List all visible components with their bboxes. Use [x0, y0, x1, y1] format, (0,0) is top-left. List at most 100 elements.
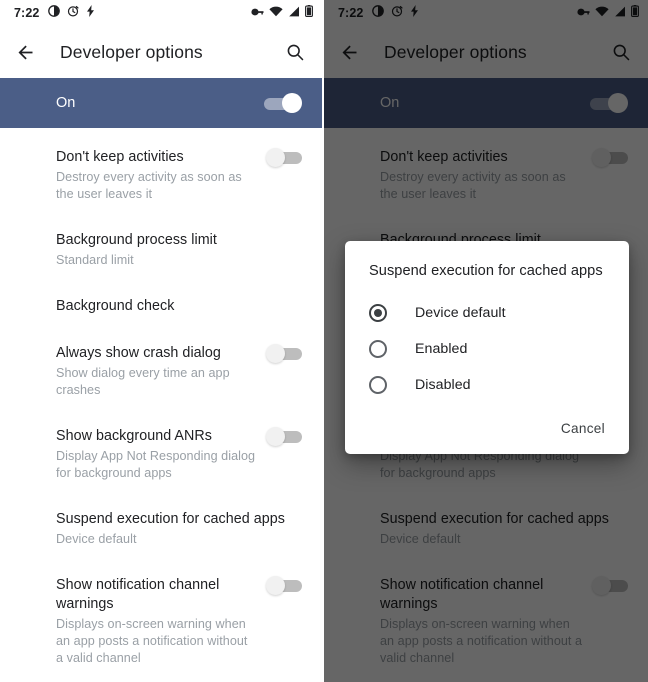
row-toggle-switch[interactable] — [592, 576, 628, 595]
alarm-icon — [391, 4, 403, 22]
suspend-execution-dialog: Suspend execution for cached apps Device… — [345, 241, 629, 454]
page-title: Developer options — [60, 41, 203, 62]
settings-row-text: Don't keep activities Destroy every activ… — [56, 148, 266, 203]
radio-button-icon[interactable] — [369, 304, 387, 322]
master-toggle-label: On — [56, 95, 76, 111]
settings-row-title: Show notification channel warnings — [56, 577, 220, 612]
phone-panel-left: 7:22 Developer options On Don't keep act… — [0, 0, 322, 682]
settings-row-text: Background process limit Standard limit — [56, 231, 302, 269]
settings-row-title: Don't keep activities — [56, 149, 184, 165]
back-arrow-icon[interactable] — [12, 39, 38, 65]
developer-options-master-toggle-row[interactable]: On — [324, 78, 648, 128]
settings-row-subtitle: Standard limit — [56, 253, 134, 267]
developer-options-master-toggle-row[interactable]: On — [0, 78, 322, 128]
dialog-option-label: Enabled — [415, 341, 468, 357]
cancel-button[interactable]: Cancel — [559, 417, 607, 440]
settings-row-title: Show notification channel warnings — [380, 577, 544, 612]
settings-row-subtitle: Device default — [56, 532, 137, 546]
dialog-radio-group: Device default Enabled Disabled — [345, 295, 629, 403]
settings-row-title: Don't keep activities — [380, 149, 508, 165]
dnd-icon — [372, 4, 385, 22]
settings-row-subtitle: Device default — [380, 532, 461, 546]
dual-phone-screenshot: 7:22 Developer options On Don't keep act… — [0, 0, 648, 682]
status-bar: 7:22 — [0, 0, 322, 26]
settings-list-left: Don't keep activities Destroy every activ… — [0, 128, 322, 682]
master-toggle-switch[interactable] — [588, 93, 628, 113]
settings-row-title: Always show crash dialog — [56, 345, 221, 361]
settings-row[interactable]: Show notification channel warnings Displa… — [0, 562, 322, 681]
radio-button-icon[interactable] — [369, 376, 387, 394]
dialog-option-label: Disabled — [415, 377, 471, 393]
battery-icon — [631, 4, 639, 22]
signal-icon — [614, 4, 626, 22]
app-bar: Developer options — [0, 26, 322, 78]
settings-row-subtitle: Display App Not Responding dialog for ba… — [56, 449, 256, 480]
settings-row-title: Suspend execution for cached apps — [56, 511, 285, 527]
settings-row-subtitle: Destroy every activity as soon as the us… — [56, 170, 242, 201]
settings-row[interactable]: Suspend execution for cached apps Device … — [324, 496, 648, 562]
signal-icon — [288, 4, 300, 22]
settings-row[interactable]: Background process limit Standard limit — [0, 217, 322, 283]
row-toggle-switch[interactable] — [266, 344, 302, 363]
search-icon[interactable] — [608, 39, 634, 65]
settings-row-text: Background check — [56, 297, 302, 316]
status-bar-right-icons — [577, 4, 639, 22]
dnd-icon — [48, 4, 61, 22]
status-bar-left-icons — [48, 4, 95, 22]
settings-row-title: Show background ANRs — [56, 428, 212, 444]
switch-thumb — [266, 344, 285, 363]
settings-row[interactable]: Suspend execution for cached apps Device … — [0, 496, 322, 562]
settings-row[interactable]: Don't keep activities Destroy every activ… — [0, 134, 322, 217]
status-bar: 7:22 — [324, 0, 648, 26]
switch-thumb — [592, 148, 611, 167]
page-title: Developer options — [384, 41, 527, 62]
switch-thumb — [266, 427, 285, 446]
settings-row-title: Background process limit — [56, 232, 217, 248]
row-toggle-switch[interactable] — [266, 576, 302, 595]
settings-row[interactable]: Show notification channel warnings Displa… — [324, 562, 648, 681]
settings-row-text: Show notification channel warnings Displa… — [380, 576, 592, 667]
settings-row-text: Show background ANRs Display App Not Resp… — [56, 427, 266, 482]
dialog-option-label: Device default — [415, 305, 506, 321]
charging-bolt-icon — [410, 4, 419, 22]
settings-row[interactable]: Background check — [0, 283, 322, 330]
switch-thumb — [608, 93, 628, 113]
master-toggle-label: On — [380, 95, 400, 111]
settings-row-text: Suspend execution for cached apps Device … — [56, 510, 302, 548]
settings-row-subtitle: Destroy every activity as soon as the us… — [380, 170, 566, 201]
settings-row[interactable]: Always show crash dialog Show dialog ever… — [0, 330, 322, 413]
alarm-icon — [67, 4, 79, 22]
settings-row-title: Background check — [56, 298, 175, 314]
vpn-key-icon — [577, 4, 590, 22]
settings-row-title: Suspend execution for cached apps — [380, 511, 609, 527]
master-toggle-switch[interactable] — [262, 93, 302, 113]
wifi-icon — [269, 4, 283, 22]
dialog-option-row[interactable]: Device default — [345, 295, 629, 331]
status-bar-clock: 7:22 — [338, 6, 364, 20]
settings-row-text: Don't keep activities Destroy every activ… — [380, 148, 592, 203]
status-bar-left-icons — [372, 4, 419, 22]
charging-bolt-icon — [86, 4, 95, 22]
status-bar-clock: 7:22 — [14, 6, 40, 20]
app-bar: Developer options — [324, 26, 648, 78]
dialog-option-row[interactable]: Enabled — [345, 331, 629, 367]
settings-row-text: Suspend execution for cached apps Device … — [380, 510, 628, 548]
row-toggle-switch[interactable] — [266, 148, 302, 167]
back-arrow-icon[interactable] — [336, 39, 362, 65]
settings-row-subtitle: Displays on-screen warning when an app p… — [56, 617, 248, 665]
settings-row[interactable]: Show background ANRs Display App Not Resp… — [0, 413, 322, 496]
row-toggle-switch[interactable] — [266, 427, 302, 446]
settings-row-text: Always show crash dialog Show dialog ever… — [56, 344, 266, 399]
status-bar-right-icons — [251, 4, 313, 22]
switch-thumb — [282, 93, 302, 113]
search-icon[interactable] — [282, 39, 308, 65]
settings-row[interactable]: Don't keep activities Destroy every activ… — [324, 134, 648, 217]
dialog-actions: Cancel — [345, 403, 629, 446]
row-toggle-switch[interactable] — [592, 148, 628, 167]
radio-button-icon[interactable] — [369, 340, 387, 358]
dialog-option-row[interactable]: Disabled — [345, 367, 629, 403]
phone-panel-right: 7:22 Developer options On Don't keep act… — [324, 0, 648, 682]
vpn-key-icon — [251, 4, 264, 22]
switch-thumb — [266, 148, 285, 167]
settings-row-subtitle: Show dialog every time an app crashes — [56, 366, 230, 397]
